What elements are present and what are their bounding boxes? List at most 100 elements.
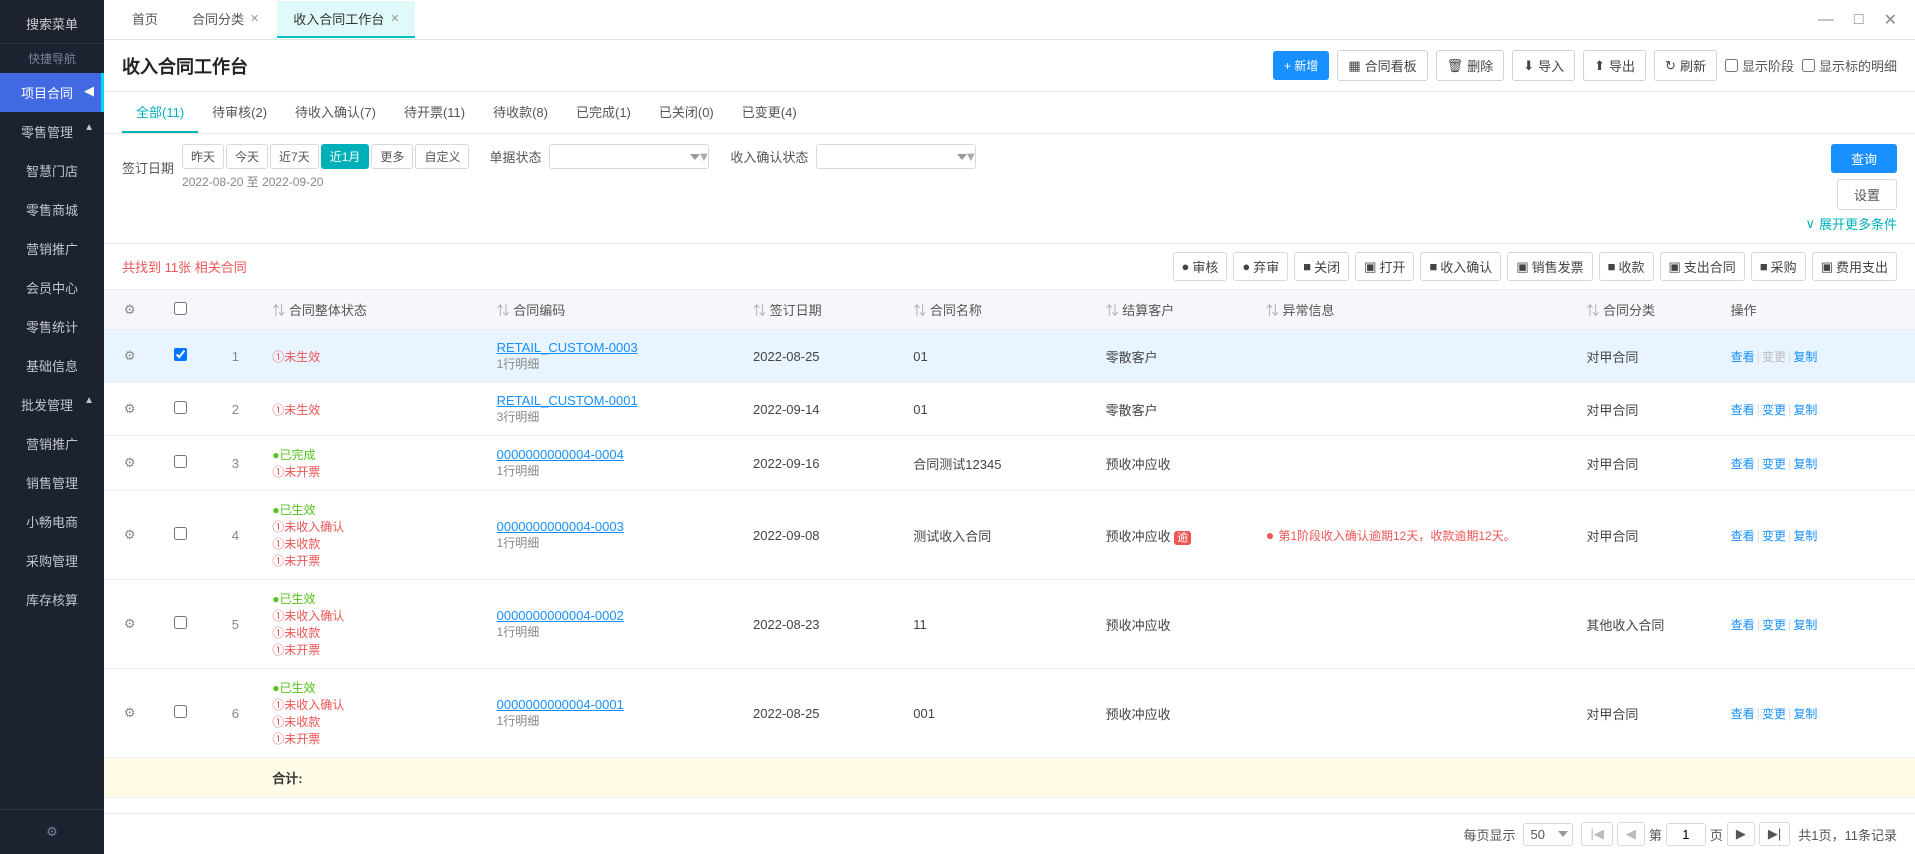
sidebar-item-purchase[interactable]: 采购管理 — [0, 541, 104, 580]
op-查看[interactable]: 查看 — [1731, 618, 1755, 632]
op-变更[interactable]: 变更 — [1762, 403, 1786, 417]
code-link[interactable]: RETAIL_CUSTOM-0003 — [497, 340, 638, 355]
op-复制[interactable]: 复制 — [1793, 529, 1817, 543]
code-link[interactable]: 0000000000004-0001 — [497, 697, 624, 712]
action-income-confirm-btn[interactable]: ■ 收入确认 — [1420, 252, 1501, 281]
filter-tab-closed[interactable]: 已关闭(0) — [645, 92, 728, 133]
last-page-btn[interactable]: ▶| — [1759, 822, 1790, 846]
query-button[interactable]: 查询 — [1831, 144, 1897, 173]
action-pay-contract-btn[interactable]: ▣ 支出合同 — [1660, 252, 1745, 281]
per-page-select[interactable]: 50 10 20 100 — [1523, 823, 1573, 846]
op-变更[interactable]: 变更 — [1762, 707, 1786, 721]
expand-more-btn[interactable]: ∨ 展开更多条件 — [1805, 214, 1897, 233]
op-变更[interactable]: 变更 — [1762, 457, 1786, 471]
sidebar-item-marketing[interactable]: 营销推广 — [0, 229, 104, 268]
code-link[interactable]: 0000000000004-0004 — [497, 447, 624, 462]
tab-home[interactable]: 首页 — [116, 1, 174, 38]
tab-close-income-workbench[interactable]: ✕ — [390, 12, 399, 25]
first-page-btn[interactable]: |◀ — [1581, 822, 1612, 846]
setting-button[interactable]: 设置 — [1837, 179, 1897, 210]
code-link[interactable]: RETAIL_CUSTOM-0001 — [497, 393, 638, 408]
sidebar-item-wholesale[interactable]: 批发管理 ▲ — [0, 385, 104, 424]
sidebar-item-project[interactable]: 项目合同 ◀ — [0, 73, 104, 112]
tab-contract-category[interactable]: 合同分类 ✕ — [176, 1, 275, 38]
op-变更[interactable]: 变更 — [1762, 529, 1786, 543]
row-checkbox[interactable] — [174, 348, 187, 361]
sidebar-item-quicknav[interactable]: 快捷导航 — [0, 44, 104, 73]
row-checkbox[interactable] — [174, 616, 187, 629]
date-btn-today[interactable]: 今天 — [226, 144, 268, 169]
next-page-btn[interactable]: ▶ — [1727, 822, 1755, 846]
row-checkbox[interactable] — [174, 455, 187, 468]
import-button[interactable]: ⬇ 导入 — [1512, 50, 1575, 81]
sidebar-item-retail-stat[interactable]: 零售统计 — [0, 307, 104, 346]
op-复制[interactable]: 复制 — [1793, 457, 1817, 471]
op-复制[interactable]: 复制 — [1793, 707, 1817, 721]
row-checkbox[interactable] — [174, 401, 187, 414]
date-btn-last1month[interactable]: 近1月 — [321, 144, 370, 169]
filter-tab-completed[interactable]: 已完成(1) — [562, 92, 645, 133]
income-confirm-select[interactable] — [816, 144, 976, 169]
date-btn-last7days[interactable]: 近7天 — [270, 144, 319, 169]
check-all-checkbox[interactable] — [174, 302, 187, 315]
action-abandon-btn[interactable]: ● 弃审 — [1233, 252, 1288, 281]
doc-status-select[interactable] — [549, 144, 709, 169]
col-check-all[interactable] — [155, 290, 206, 330]
new-button[interactable]: + 新增 — [1273, 51, 1329, 80]
row-gear[interactable]: ⚙ — [104, 580, 155, 669]
tab-income-workbench[interactable]: 收入合同工作台 ✕ — [277, 1, 415, 38]
sidebar-item-inventory[interactable]: 库存核算 — [0, 580, 104, 619]
date-btn-custom[interactable]: 自定义 — [415, 144, 469, 169]
col-gear[interactable]: ⚙ — [104, 290, 155, 330]
filter-tab-changed[interactable]: 已变更(4) — [728, 92, 811, 133]
row-gear[interactable]: ⚙ — [104, 383, 155, 436]
op-复制[interactable]: 复制 — [1793, 350, 1817, 364]
window-maximize-icon[interactable]: □ — [1848, 9, 1870, 31]
window-close-icon[interactable]: ✕ — [1878, 8, 1903, 32]
filter-tab-pending-receive[interactable]: 待收款(8) — [479, 92, 562, 133]
op-查看[interactable]: 查看 — [1731, 529, 1755, 543]
action-sales-invoice-btn[interactable]: ▣ 销售发票 — [1507, 252, 1592, 281]
code-link[interactable]: 0000000000004-0003 — [497, 519, 624, 534]
filter-tab-pending-invoice[interactable]: 待开票(11) — [390, 92, 479, 133]
filter-tab-pending-review[interactable]: 待审核(2) — [198, 92, 281, 133]
page-input[interactable] — [1666, 823, 1706, 846]
window-minimize-icon[interactable]: — — [1812, 9, 1840, 31]
op-查看[interactable]: 查看 — [1731, 403, 1755, 417]
row-gear[interactable]: ⚙ — [104, 436, 155, 491]
op-变更[interactable]: 变更 — [1762, 618, 1786, 632]
show-stage-checkbox[interactable] — [1725, 59, 1738, 72]
row-gear[interactable]: ⚙ — [104, 491, 155, 580]
tab-close-contract-category[interactable]: ✕ — [250, 12, 259, 25]
op-查看[interactable]: 查看 — [1731, 707, 1755, 721]
prev-page-btn[interactable]: ◀ — [1617, 822, 1645, 846]
sidebar-search[interactable]: 搜索菜单 — [0, 0, 104, 44]
sidebar-item-member[interactable]: 会员中心 — [0, 268, 104, 307]
date-btn-more[interactable]: 更多 — [371, 144, 413, 169]
settings-icon[interactable]: ⚙ — [0, 809, 104, 854]
row-gear[interactable]: ⚙ — [104, 669, 155, 758]
filter-tab-pending-confirm[interactable]: 待收入确认(7) — [281, 92, 390, 133]
sidebar-item-retail-mgmt[interactable]: 零售管理 ▲ — [0, 112, 104, 151]
row-gear[interactable]: ⚙ — [104, 330, 155, 383]
export-button[interactable]: ⬆ 导出 — [1583, 50, 1646, 81]
code-link[interactable]: 0000000000004-0002 — [497, 608, 624, 623]
sidebar-item-smart-store[interactable]: 智慧门店 — [0, 151, 104, 190]
show-detail-checkbox[interactable] — [1802, 59, 1815, 72]
action-purchase-btn[interactable]: ■ 采购 — [1751, 252, 1806, 281]
sidebar-item-xiaochang[interactable]: 小畅电商 — [0, 502, 104, 541]
refresh-button[interactable]: ↻ 刷新 — [1654, 50, 1717, 81]
op-查看[interactable]: 查看 — [1731, 350, 1755, 364]
action-expense-btn[interactable]: ▣ 费用支出 — [1812, 252, 1897, 281]
sidebar-item-sales-mgmt[interactable]: 销售管理 — [0, 463, 104, 502]
action-print-btn[interactable]: ▣ 打开 — [1355, 252, 1414, 281]
sidebar-item-retail-mall[interactable]: 零售商城 — [0, 190, 104, 229]
action-close-btn[interactable]: ■ 关闭 — [1294, 252, 1349, 281]
sidebar-item-marketing2[interactable]: 营销推广 — [0, 424, 104, 463]
date-btn-yesterday[interactable]: 昨天 — [182, 144, 224, 169]
row-checkbox[interactable] — [174, 527, 187, 540]
op-复制[interactable]: 复制 — [1793, 618, 1817, 632]
row-checkbox[interactable] — [174, 705, 187, 718]
sidebar-item-base-info[interactable]: 基础信息 — [0, 346, 104, 385]
delete-button[interactable]: 🗑 删除 — [1436, 50, 1505, 81]
